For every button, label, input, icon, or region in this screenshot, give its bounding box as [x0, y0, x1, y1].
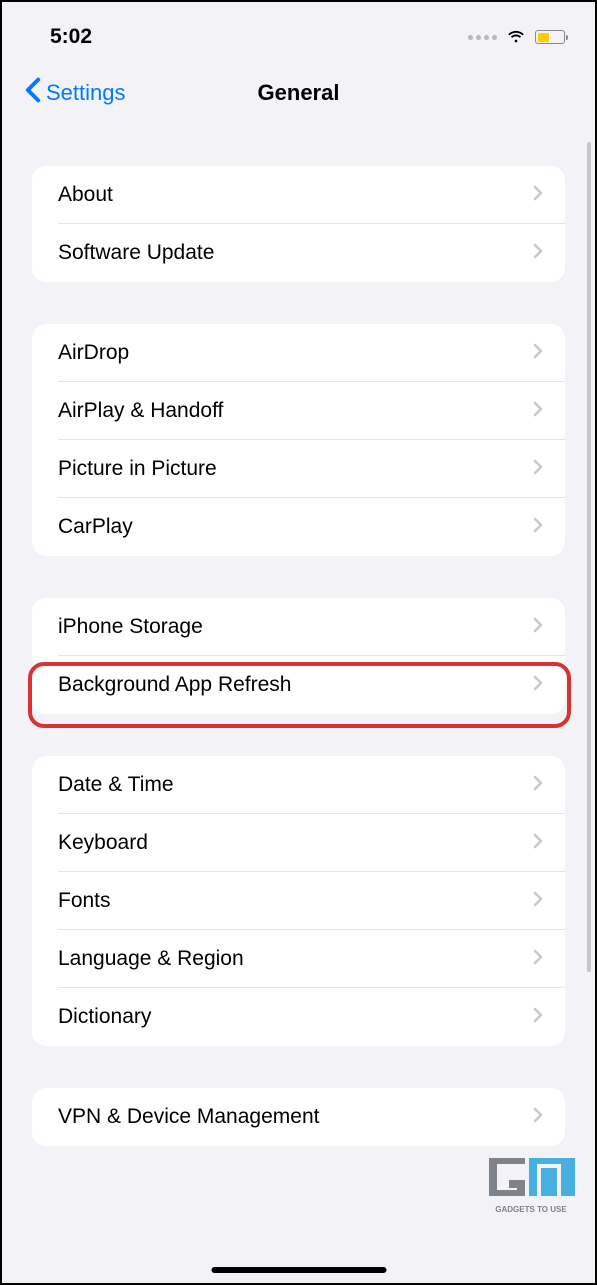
home-indicator[interactable] [211, 1267, 386, 1273]
chevron-right-icon [533, 833, 543, 854]
row-label: Software Update [58, 241, 214, 265]
settings-row-airplay-handoff[interactable]: AirPlay & Handoff [32, 382, 565, 440]
settings-row-background-app-refresh[interactable]: Background App Refresh [32, 656, 565, 714]
status-icons [468, 24, 565, 51]
row-label: AirDrop [58, 341, 129, 365]
row-label: Language & Region [58, 947, 244, 971]
chevron-right-icon [533, 775, 543, 796]
chevron-right-icon [533, 243, 543, 264]
settings-section: AirDrop AirPlay & Handoff Picture in Pic… [32, 324, 565, 556]
row-label: Picture in Picture [58, 457, 217, 481]
row-label: About [58, 183, 113, 207]
settings-section: VPN & Device Management [32, 1088, 565, 1146]
status-time: 5:02 [50, 25, 92, 49]
cell-signal-icon [468, 35, 497, 40]
nav-header: Settings General [2, 62, 595, 130]
settings-row-about[interactable]: About [32, 166, 565, 224]
back-label: Settings [46, 80, 126, 106]
wifi-icon [505, 24, 527, 51]
settings-row-vpn-device-management[interactable]: VPN & Device Management [32, 1088, 565, 1146]
settings-section: iPhone Storage Background App Refresh [32, 598, 565, 714]
row-label: Keyboard [58, 831, 148, 855]
settings-content: About Software Update AirDrop AirPlay & … [2, 166, 595, 1146]
settings-row-software-update[interactable]: Software Update [32, 224, 565, 282]
settings-section: About Software Update [32, 166, 565, 282]
chevron-right-icon [533, 891, 543, 912]
chevron-right-icon [533, 675, 543, 696]
row-label: AirPlay & Handoff [58, 399, 223, 423]
row-label: Dictionary [58, 1005, 151, 1029]
settings-row-airdrop[interactable]: AirDrop [32, 324, 565, 382]
chevron-right-icon [533, 517, 543, 538]
settings-row-keyboard[interactable]: Keyboard [32, 814, 565, 872]
row-label: Background App Refresh [58, 673, 291, 697]
chevron-right-icon [533, 1107, 543, 1128]
row-label: iPhone Storage [58, 615, 203, 639]
chevron-left-icon [24, 77, 42, 109]
battery-icon [535, 30, 565, 44]
settings-row-date-time[interactable]: Date & Time [32, 756, 565, 814]
row-label: Date & Time [58, 773, 174, 797]
row-label: CarPlay [58, 515, 133, 539]
settings-row-carplay[interactable]: CarPlay [32, 498, 565, 556]
settings-row-language-region[interactable]: Language & Region [32, 930, 565, 988]
status-bar: 5:02 [2, 2, 595, 62]
chevron-right-icon [533, 185, 543, 206]
row-label: Fonts [58, 889, 111, 913]
row-label: VPN & Device Management [58, 1105, 319, 1129]
settings-row-dictionary[interactable]: Dictionary [32, 988, 565, 1046]
chevron-right-icon [533, 401, 543, 422]
settings-row-iphone-storage[interactable]: iPhone Storage [32, 598, 565, 656]
chevron-right-icon [533, 459, 543, 480]
chevron-right-icon [533, 949, 543, 970]
settings-row-picture-in-picture[interactable]: Picture in Picture [32, 440, 565, 498]
chevron-right-icon [533, 1007, 543, 1028]
chevron-right-icon [533, 617, 543, 638]
watermark-logo: GADGETS TO USE [481, 1150, 581, 1223]
settings-row-fonts[interactable]: Fonts [32, 872, 565, 930]
back-button[interactable]: Settings [24, 77, 126, 109]
scrollbar[interactable] [587, 142, 591, 972]
settings-section: Date & Time Keyboard Fonts Language & Re… [32, 756, 565, 1046]
chevron-right-icon [533, 343, 543, 364]
svg-text:GADGETS TO USE: GADGETS TO USE [495, 1205, 567, 1214]
